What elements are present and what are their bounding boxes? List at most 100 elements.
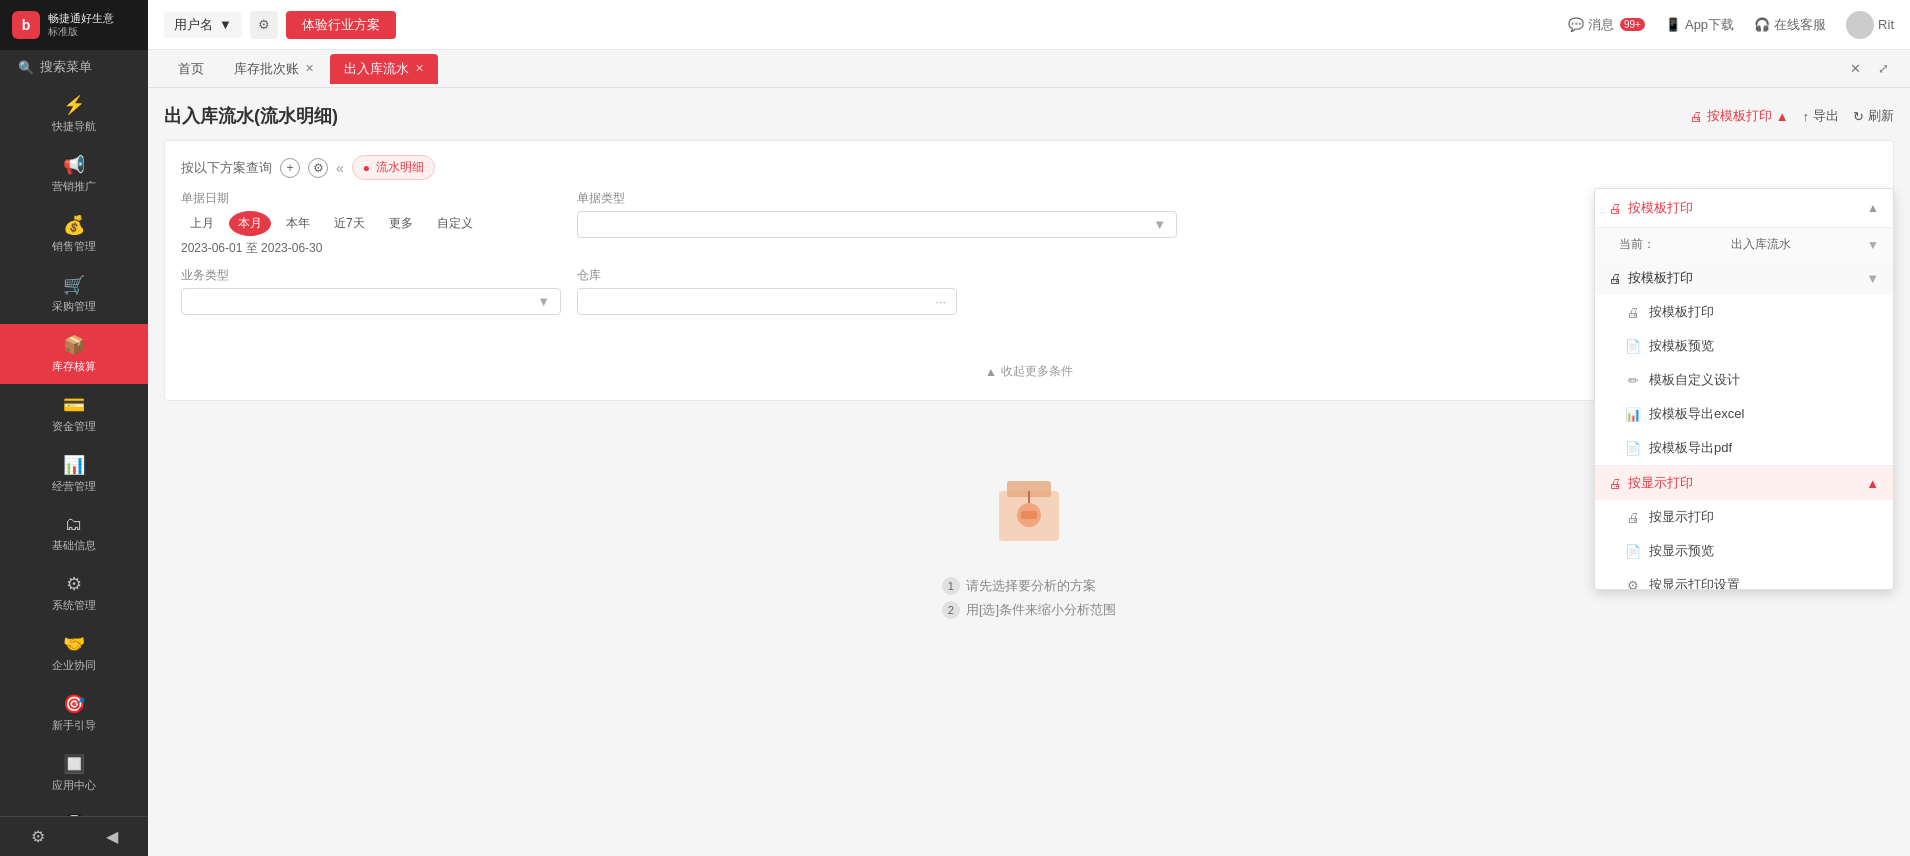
tab-flow[interactable]: 出入库流水 ✕ — [330, 54, 438, 84]
gear-button[interactable]: ⚙ — [250, 11, 278, 39]
page-title: 出入库流水(流水明细) — [164, 104, 338, 128]
sidebar-item-label: 企业协同 — [52, 658, 96, 673]
sidebar-item-purchase[interactable]: 🛒 采购管理 — [0, 264, 148, 324]
item-display-preview-label: 按显示预览 — [1649, 542, 1714, 560]
sidebar-item-label: 营销推广 — [52, 179, 96, 194]
date-btn-more[interactable]: 更多 — [380, 211, 422, 236]
sales-icon: 💰 — [63, 214, 85, 236]
filter-settings-button[interactable]: ⚙ — [308, 158, 328, 178]
message-button[interactable]: 💬 消息 99+ — [1568, 16, 1645, 34]
system-icon: ⚙ — [66, 573, 82, 595]
chip-icon: ● — [363, 161, 370, 175]
close-flow-tab-icon[interactable]: ✕ — [415, 62, 424, 75]
dropdown-item-template-export-excel[interactable]: 📊 按模板导出excel — [1595, 397, 1893, 431]
warehouse-select[interactable]: ··· — [577, 288, 957, 315]
tab-batch-account[interactable]: 库存批次账 ✕ — [220, 54, 328, 84]
date-btn-custom[interactable]: 自定义 — [428, 211, 482, 236]
sidebar-item-wechat[interactable]: 💬 企业微信 — [0, 803, 148, 816]
dropdown-item-template-print[interactable]: 🖨 按模板打印 — [1595, 295, 1893, 329]
voucher-type-select[interactable]: ▼ — [577, 211, 1177, 238]
sidebar-item-label: 资金管理 — [52, 419, 96, 434]
trial-button[interactable]: 体验行业方案 — [286, 11, 396, 39]
print-icon: 🖨 — [1690, 109, 1703, 124]
template-print-section-header[interactable]: 🖨 按模板打印 ▼ — [1595, 261, 1893, 295]
sidebar-item-label: 快捷导航 — [52, 119, 96, 134]
export-button[interactable]: ↑ 导出 — [1803, 107, 1840, 125]
sidebar-item-enterprise[interactable]: 🤝 企业协同 — [0, 623, 148, 683]
sidebar-item-basic[interactable]: 🗂 基础信息 — [0, 504, 148, 563]
display-print-section-label: 按显示打印 — [1628, 474, 1693, 492]
svg-rect-3 — [1021, 511, 1037, 519]
date-btn-last-month[interactable]: 上月 — [181, 211, 223, 236]
sidebar-item-newbie[interactable]: 🎯 新手引导 — [0, 683, 148, 743]
chevron-up-icon: ▲ — [1776, 109, 1789, 124]
template-section-chevron-icon: ▼ — [1866, 271, 1879, 286]
service-icon: 🎧 — [1754, 17, 1770, 32]
dropdown-item-display-preview[interactable]: 📄 按显示预览 — [1595, 534, 1893, 568]
collapse-sidebar-icon[interactable]: ◀ — [106, 827, 118, 846]
date-btn-7days[interactable]: 近7天 — [325, 211, 374, 236]
search-icon: 🔍 — [18, 60, 34, 75]
step-num-2: 2 — [942, 601, 960, 619]
sidebar-item-appcenter[interactable]: 🔲 应用中心 — [0, 743, 148, 803]
filter-collapse-left-icon[interactable]: « — [336, 160, 344, 176]
sidebar-item-label: 经营管理 — [52, 479, 96, 494]
collapse-label: 收起更多条件 — [1001, 363, 1073, 380]
sidebar-item-system[interactable]: ⚙ 系统管理 — [0, 563, 148, 623]
wechat-icon: 💬 — [63, 813, 85, 816]
item-template-preview-label: 按模板预览 — [1649, 337, 1714, 355]
dropdown-item-template-preview[interactable]: 📄 按模板预览 — [1595, 329, 1893, 363]
item-pdf-icon: 📄 — [1625, 440, 1641, 456]
filter-business-type-field: 业务类型 ▼ — [181, 267, 561, 315]
close-batch-tab-icon[interactable]: ✕ — [305, 62, 314, 75]
sidebar-item-sales[interactable]: 💰 销售管理 — [0, 204, 148, 264]
current-template-label: 当前： 出入库流水 ▼ — [1595, 228, 1893, 261]
user-profile-button[interactable]: Rit — [1846, 11, 1894, 39]
settings-bottom-icon[interactable]: ⚙ — [31, 827, 45, 846]
date-field-label: 单据日期 — [181, 190, 561, 207]
online-service-button[interactable]: 🎧 在线客服 — [1754, 16, 1826, 34]
sidebar-item-operation[interactable]: 📊 经营管理 — [0, 444, 148, 504]
dropdown-item-template-custom[interactable]: ✏ 模板自定义设计 — [1595, 363, 1893, 397]
empty-step-1: 1 请先选择要分析的方案 — [942, 577, 1116, 595]
refresh-icon: ↻ — [1853, 109, 1864, 124]
empty-step-2-label: 用[选]条件来缩小分析范围 — [966, 601, 1116, 619]
user-selector[interactable]: 用户名 ▼ — [164, 12, 242, 38]
close-all-tabs-button[interactable]: ✕ — [1844, 58, 1866, 80]
filter-date-field: 单据日期 上月 本月 本年 近7天 更多 自定义 2023-06-01 至 20… — [181, 190, 561, 257]
sidebar-item-inventory[interactable]: 📦 库存核算 — [0, 324, 148, 384]
sidebar-item-label: 新手引导 — [52, 718, 96, 733]
date-btn-this-month[interactable]: 本月 — [229, 211, 271, 236]
chevron-up-icon: ▲ — [985, 365, 997, 379]
sidebar-item-finance[interactable]: 💳 资金管理 — [0, 384, 148, 444]
date-options-row: 上月 本月 本年 近7天 更多 自定义 — [181, 211, 561, 236]
template-print-section: 🖨 按模板打印 ▼ 🖨 按模板打印 📄 按模板预览 ✏ — [1595, 261, 1893, 465]
item-template-custom-label: 模板自定义设计 — [1649, 371, 1740, 389]
display-section-chevron-icon: ▲ — [1866, 476, 1879, 491]
business-type-select[interactable]: ▼ — [181, 288, 561, 315]
maximize-button[interactable]: ⤢ — [1872, 58, 1894, 80]
dropdown-item-template-export-pdf[interactable]: 📄 按模板导出pdf — [1595, 431, 1893, 465]
template-print-section-label: 按模板打印 — [1628, 269, 1693, 287]
message-label: 消息 — [1588, 16, 1614, 34]
item-display-print-label: 按显示打印 — [1649, 508, 1714, 526]
print-dropdown: 🖨 按模板打印 ▲ 当前： 出入库流水 ▼ 🖨 按模板 — [1594, 188, 1894, 590]
display-print-section-header[interactable]: 🖨 按显示打印 ▲ — [1595, 466, 1893, 500]
filter-add-button[interactable]: + — [280, 158, 300, 178]
dropdown-item-display-print[interactable]: 🖨 按显示打印 — [1595, 500, 1893, 534]
sidebar-search[interactable]: 🔍 搜索菜单 — [0, 50, 148, 84]
app-download-button[interactable]: 📱 App下载 — [1665, 16, 1734, 34]
date-btn-this-year[interactable]: 本年 — [277, 211, 319, 236]
print-template-button[interactable]: 🖨 按模板打印 ▲ — [1690, 107, 1789, 125]
sidebar: b 畅捷通好生意 标准版 🔍 搜索菜单 ⚡ 快捷导航 📢 营销推广 💰 销售管理… — [0, 0, 148, 856]
dropdown-title: 按模板打印 — [1628, 199, 1693, 217]
dropdown-item-display-print-settings[interactable]: ⚙ 按显示打印设置 — [1595, 568, 1893, 589]
dropdown-chevron-up-icon[interactable]: ▲ — [1867, 201, 1879, 215]
tab-home[interactable]: 首页 — [164, 54, 218, 84]
chevron-down-icon: ▼ — [219, 17, 232, 32]
refresh-button[interactable]: ↻ 刷新 — [1853, 107, 1894, 125]
message-icon: 💬 — [1568, 17, 1584, 32]
sidebar-item-quick-nav[interactable]: ⚡ 快捷导航 — [0, 84, 148, 144]
filter-chip-shuiming[interactable]: ● 流水明细 — [352, 155, 435, 180]
sidebar-item-marketing[interactable]: 📢 营销推广 — [0, 144, 148, 204]
